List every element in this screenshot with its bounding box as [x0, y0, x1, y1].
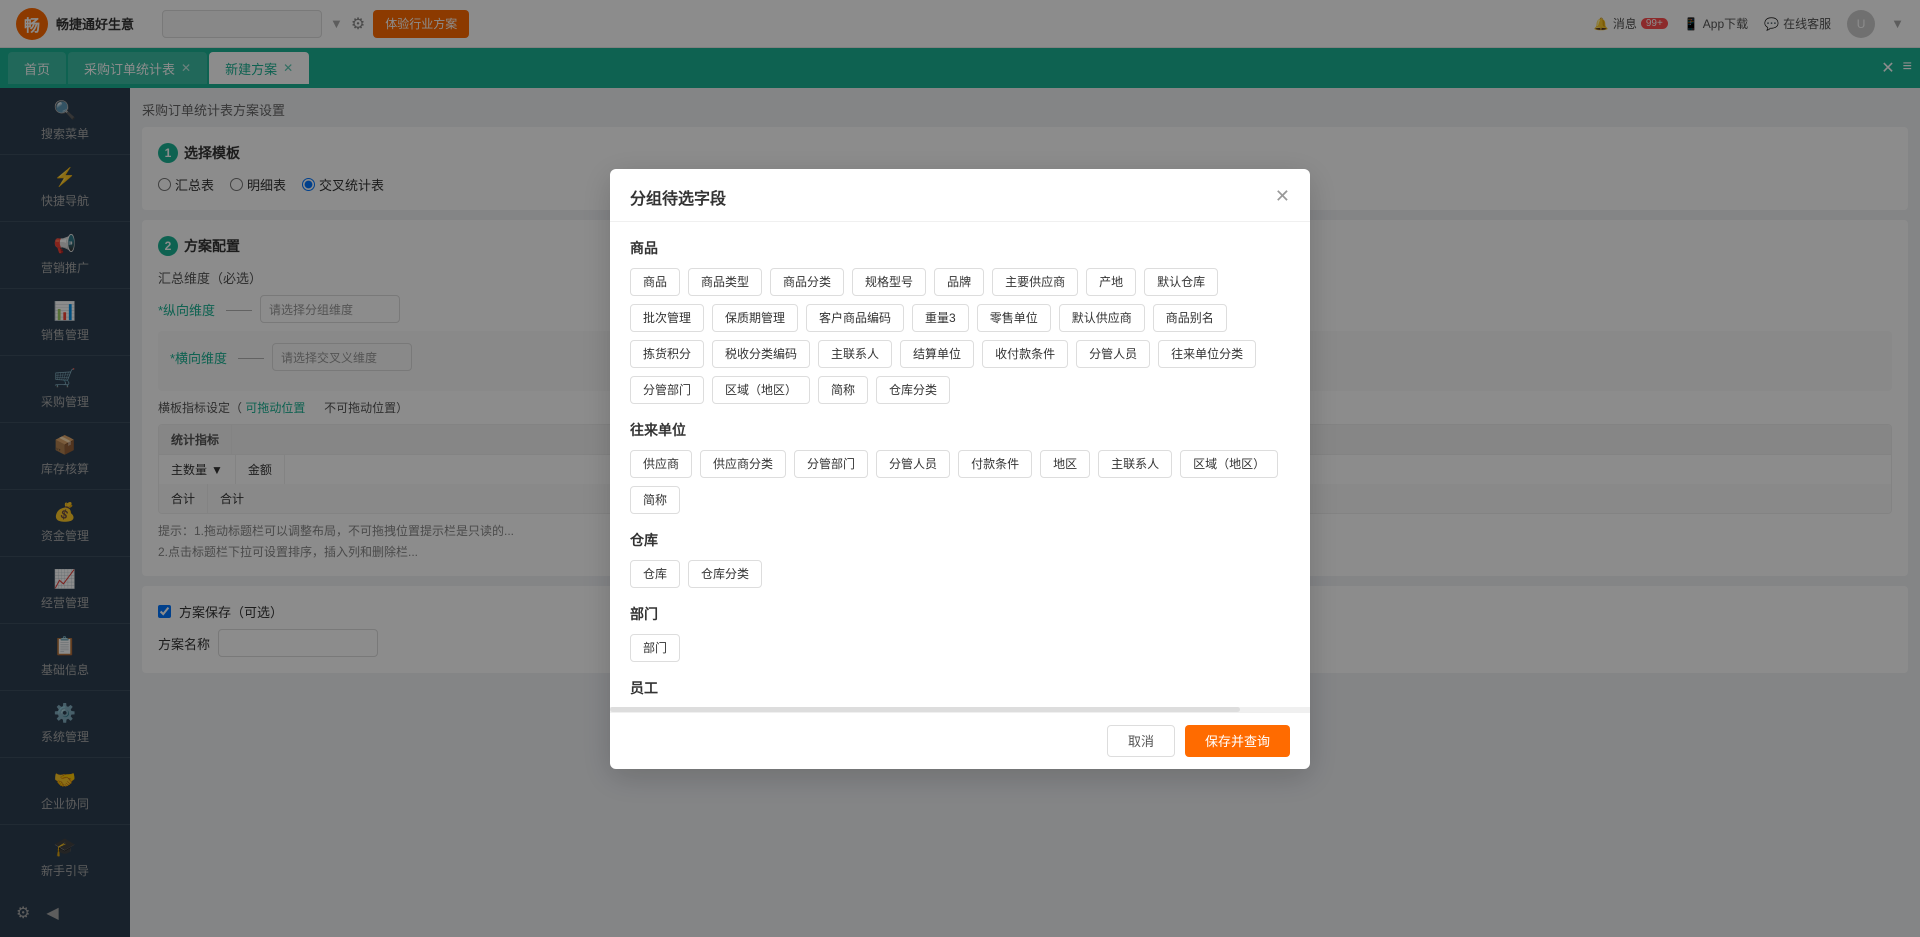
- field-tag-department[interactable]: 部门: [630, 634, 680, 662]
- field-tag-supplier-category[interactable]: 供应商分类: [700, 450, 786, 478]
- field-tag-goods[interactable]: 商品: [630, 268, 680, 296]
- category-employee-title: 员工: [630, 678, 1290, 698]
- category-counterpart: 往来单位 供应商 供应商分类 分管部门 分管人员 付款条件 地区 主联系人 区域…: [630, 420, 1290, 514]
- category-department-title: 部门: [630, 604, 1290, 624]
- category-warehouse: 仓库 仓库 仓库分类: [630, 530, 1290, 588]
- category-warehouse-title: 仓库: [630, 530, 1290, 550]
- field-tag-alias[interactable]: 商品别名: [1153, 304, 1227, 332]
- category-goods-tags: 商品 商品类型 商品分类 规格型号 品牌 主要供应商 产地 默认仓库 批次管理 …: [630, 268, 1290, 404]
- field-tag-goods-type[interactable]: 商品类型: [688, 268, 762, 296]
- modal-close-icon[interactable]: ✕: [1275, 186, 1290, 207]
- horizontal-scrollbar[interactable]: [610, 707, 1310, 712]
- field-tag-supplier[interactable]: 供应商: [630, 450, 692, 478]
- field-tag-retail-unit[interactable]: 零售单位: [977, 304, 1051, 332]
- field-tag-region[interactable]: 区域（地区）: [712, 376, 810, 404]
- modal-title: 分组待选字段: [630, 185, 726, 209]
- field-tag-batch[interactable]: 批次管理: [630, 304, 704, 332]
- category-goods-title: 商品: [630, 238, 1290, 258]
- category-employee: 员工 业务员: [630, 678, 1290, 707]
- field-tag-counterpart-short[interactable]: 简称: [630, 486, 680, 514]
- field-tag-customer-code[interactable]: 客户商品编码: [806, 304, 904, 332]
- field-tag-payment-terms[interactable]: 收付款条件: [982, 340, 1068, 368]
- field-tag-counterpart-category[interactable]: 往来单位分类: [1158, 340, 1256, 368]
- field-tag-warehouse-cat[interactable]: 仓库分类: [688, 560, 762, 588]
- field-tag-counterpart-contact[interactable]: 主联系人: [1098, 450, 1172, 478]
- field-selection-modal: 分组待选字段 ✕ 商品 商品 商品类型 商品分类 规格型号 品牌 主要供应商 产…: [610, 169, 1310, 769]
- field-tag-district[interactable]: 地区: [1040, 450, 1090, 478]
- category-warehouse-tags: 仓库 仓库分类: [630, 560, 1290, 588]
- field-tag-goods-category[interactable]: 商品分类: [770, 268, 844, 296]
- category-counterpart-tags: 供应商 供应商分类 分管部门 分管人员 付款条件 地区 主联系人 区域（地区） …: [630, 450, 1290, 514]
- field-tag-dept[interactable]: 分管部门: [630, 376, 704, 404]
- field-tag-pick-score[interactable]: 拣货积分: [630, 340, 704, 368]
- field-tag-spec[interactable]: 规格型号: [852, 268, 926, 296]
- category-counterpart-title: 往来单位: [630, 420, 1290, 440]
- field-tag-main-supplier[interactable]: 主要供应商: [992, 268, 1078, 296]
- field-tag-manager[interactable]: 分管人员: [1076, 340, 1150, 368]
- category-department: 部门 部门: [630, 604, 1290, 662]
- field-tag-origin[interactable]: 产地: [1086, 268, 1136, 296]
- field-tag-tax-code[interactable]: 税收分类编码: [712, 340, 810, 368]
- field-tag-counterpart-region[interactable]: 区域（地区）: [1180, 450, 1278, 478]
- field-tag-brand[interactable]: 品牌: [934, 268, 984, 296]
- field-tag-settlement-unit[interactable]: 结算单位: [900, 340, 974, 368]
- cancel-button[interactable]: 取消: [1107, 725, 1175, 757]
- field-tag-counterpart-manager[interactable]: 分管人员: [876, 450, 950, 478]
- field-tag-expiry[interactable]: 保质期管理: [712, 304, 798, 332]
- field-tag-payment-condition[interactable]: 付款条件: [958, 450, 1032, 478]
- save-button[interactable]: 保存并查询: [1185, 725, 1290, 757]
- modal-body: 商品 商品 商品类型 商品分类 规格型号 品牌 主要供应商 产地 默认仓库 批次…: [610, 222, 1310, 707]
- field-tag-counterpart-dept[interactable]: 分管部门: [794, 450, 868, 478]
- modal-overlay: 分组待选字段 ✕ 商品 商品 商品类型 商品分类 规格型号 品牌 主要供应商 产…: [0, 0, 1920, 937]
- modal-footer: 取消 保存并查询: [610, 712, 1310, 769]
- category-goods: 商品 商品 商品类型 商品分类 规格型号 品牌 主要供应商 产地 默认仓库 批次…: [630, 238, 1290, 404]
- modal-header: 分组待选字段 ✕: [610, 169, 1310, 222]
- field-tag-default-supplier[interactable]: 默认供应商: [1059, 304, 1145, 332]
- category-department-tags: 部门: [630, 634, 1290, 662]
- field-tag-short-name[interactable]: 简称: [818, 376, 868, 404]
- field-tag-warehouse-category[interactable]: 仓库分类: [876, 376, 950, 404]
- field-tag-weight[interactable]: 重量3: [912, 304, 969, 332]
- field-tag-warehouse[interactable]: 仓库: [630, 560, 680, 588]
- field-tag-main-contact[interactable]: 主联系人: [818, 340, 892, 368]
- field-tag-default-warehouse[interactable]: 默认仓库: [1144, 268, 1218, 296]
